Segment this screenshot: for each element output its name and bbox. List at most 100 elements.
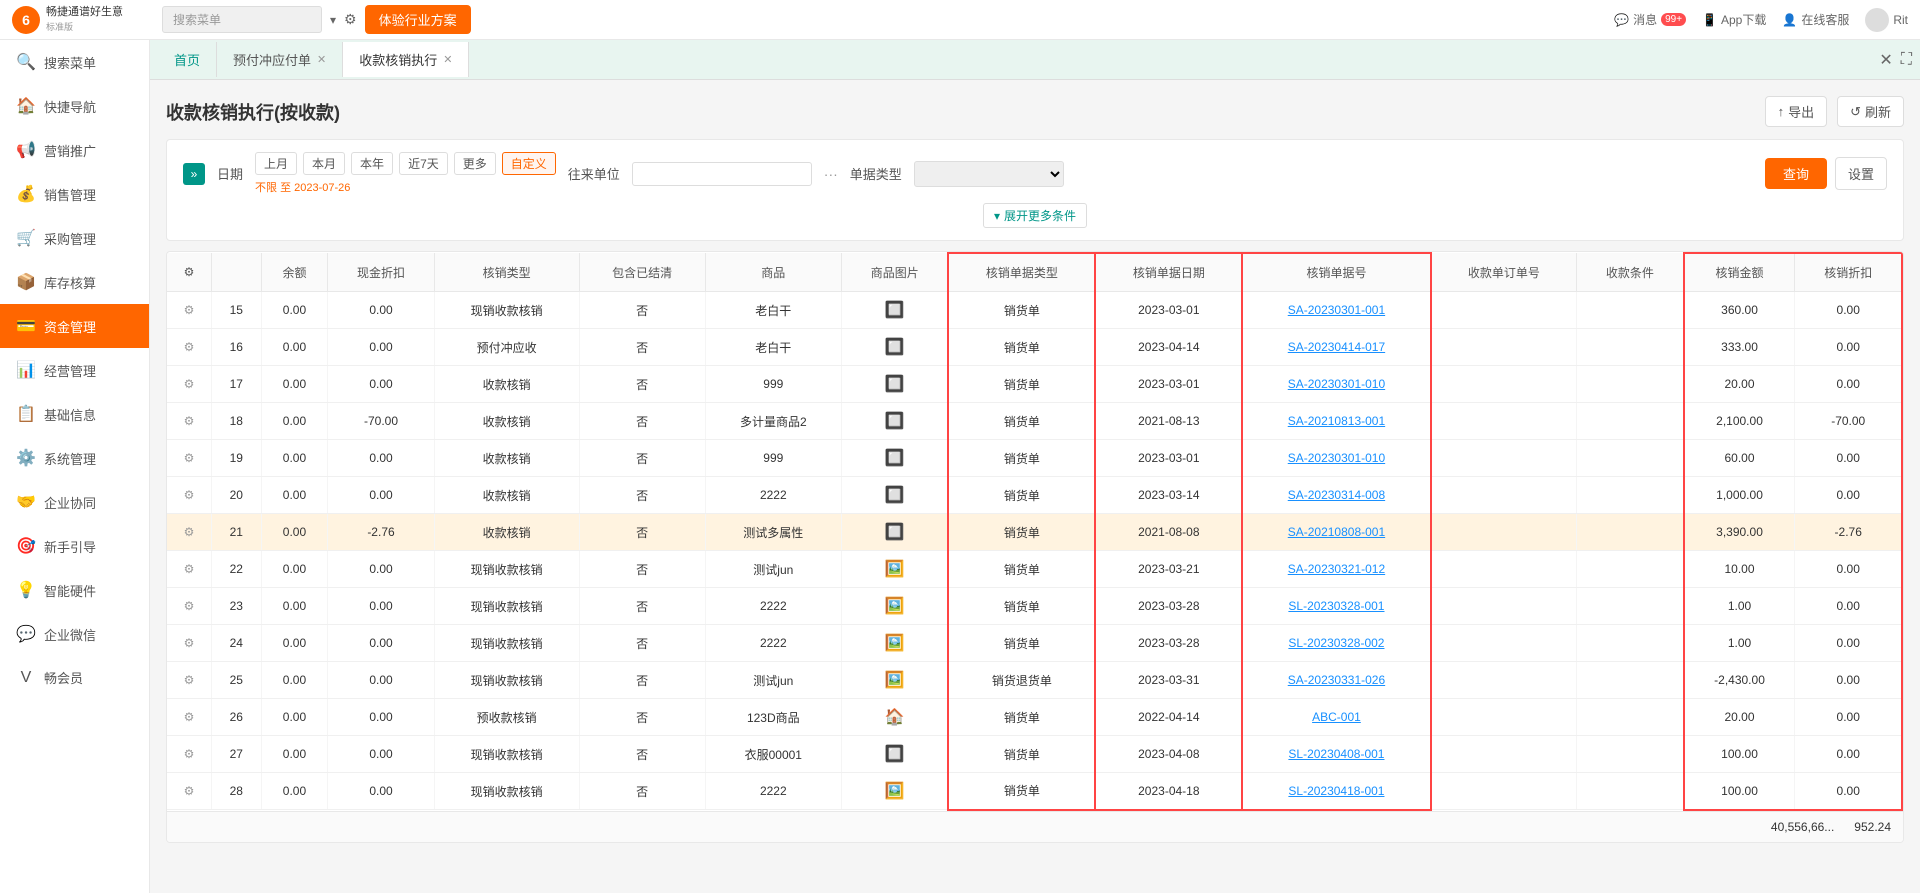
content-area: 首页 预付冲应付单 ✕ 收款核销执行 ✕ ✕ ⛶ 收款核销执行(按收款): [150, 40, 1920, 893]
refresh-button[interactable]: ↺ 刷新: [1837, 96, 1904, 127]
from-unit-input[interactable]: [632, 162, 812, 186]
export-button[interactable]: ↑ 导出: [1765, 96, 1828, 127]
cash-discount-cell: -70.00: [328, 403, 434, 440]
sidebar-label-guide: 新手引导: [44, 537, 96, 556]
product-cell: 老白干: [705, 292, 842, 329]
user-profile[interactable]: Rit: [1865, 8, 1908, 32]
verify-discount-cell: 0.00: [1795, 366, 1902, 403]
industry-solution-button[interactable]: 体验行业方案: [365, 5, 471, 34]
table-row: ⚙ 25 0.00 0.00 现销收款核销 否 测试jun 🖼️ 销货退货单 2…: [167, 662, 1902, 699]
verify-type-cell: 现销收款核销: [434, 292, 579, 329]
verify-amount-cell: 3,390.00: [1684, 514, 1795, 551]
gear-cell[interactable]: ⚙: [167, 440, 211, 477]
gear-cell[interactable]: ⚙: [167, 477, 211, 514]
bill-no-cell[interactable]: SA-20230301-001: [1242, 292, 1430, 329]
sidebar-item-wechat[interactable]: 💬 企业微信: [0, 612, 149, 656]
sidebar-item-basic-info[interactable]: 📋 基础信息: [0, 392, 149, 436]
verify-amount-cell: 20.00: [1684, 366, 1795, 403]
bill-type-cell: 销货单: [948, 440, 1095, 477]
app-download-button[interactable]: 📱 App下载: [1702, 11, 1766, 28]
product-image-cell: 🔲: [842, 477, 949, 514]
gear-cell[interactable]: ⚙: [167, 366, 211, 403]
table-row: ⚙ 17 0.00 0.00 收款核销 否 999 🔲 销货单 2023-03-…: [167, 366, 1902, 403]
sidebar-item-purchase[interactable]: 🛒 采购管理: [0, 216, 149, 260]
messages-button[interactable]: 💬 消息 99+: [1614, 11, 1686, 28]
product-image-cell: 🖼️: [842, 773, 949, 810]
sidebar-item-search[interactable]: 🔍 搜索菜单: [0, 40, 149, 84]
receipt-order-cell: [1431, 551, 1577, 588]
gear-cell[interactable]: ⚙: [167, 329, 211, 366]
bill-no-cell[interactable]: SL-20230408-001: [1242, 736, 1430, 773]
bill-type-cell: 销货单: [948, 514, 1095, 551]
gear-cell[interactable]: ⚙: [167, 514, 211, 551]
date-btn-more[interactable]: 更多: [454, 152, 496, 175]
tab-close-prepay[interactable]: ✕: [317, 53, 326, 66]
gear-cell[interactable]: ⚙: [167, 403, 211, 440]
bill-no-cell[interactable]: SA-20230414-017: [1242, 329, 1430, 366]
chevron-down-icon: ▾: [994, 209, 1000, 223]
verify-type-cell: 现销收款核销: [434, 662, 579, 699]
sidebar-item-collab[interactable]: 🤝 企业协同: [0, 480, 149, 524]
col-header-verify-amount: 核销金额: [1684, 253, 1795, 292]
gear-icon: ⚙: [184, 265, 195, 279]
sidebar-item-guide[interactable]: 🎯 新手引导: [0, 524, 149, 568]
gear-cell[interactable]: ⚙: [167, 699, 211, 736]
gear-cell[interactable]: ⚙: [167, 736, 211, 773]
dropdown-arrow-icon[interactable]: ▾: [330, 13, 336, 27]
product-image-cell: 🔲: [842, 292, 949, 329]
tab-verify[interactable]: 收款核销执行 ✕: [343, 42, 469, 77]
gear-cell[interactable]: ⚙: [167, 773, 211, 810]
sidebar-item-quicknav[interactable]: 🏠 快捷导航: [0, 84, 149, 128]
bill-no-cell[interactable]: SA-20230331-026: [1242, 662, 1430, 699]
tab-prepay[interactable]: 预付冲应付单 ✕: [217, 42, 343, 77]
date-btn-custom[interactable]: 自定义: [502, 152, 556, 175]
product-cell: 测试jun: [705, 551, 842, 588]
sidebar-item-finance[interactable]: 💳 资金管理: [0, 304, 149, 348]
expand-more-conditions-button[interactable]: ▾ 展开更多条件: [983, 203, 1087, 228]
single-type-select[interactable]: [914, 161, 1064, 187]
query-button[interactable]: 查询: [1765, 158, 1827, 189]
sidebar-item-system[interactable]: ⚙️ 系统管理: [0, 436, 149, 480]
date-btn-7days[interactable]: 近7天: [399, 152, 448, 175]
info-icon: 📋: [16, 404, 36, 424]
sidebar-item-operations[interactable]: 📊 经营管理: [0, 348, 149, 392]
tab-home[interactable]: 首页: [158, 42, 217, 77]
bill-no-cell[interactable]: ABC-001: [1242, 699, 1430, 736]
sidebar-item-hardware[interactable]: 💡 智能硬件: [0, 568, 149, 612]
receipt-order-cell: [1431, 366, 1577, 403]
bill-no-cell[interactable]: SA-20210813-001: [1242, 403, 1430, 440]
included-cleared-cell: 否: [579, 699, 705, 736]
sidebar-item-sales[interactable]: 💰 销售管理: [0, 172, 149, 216]
col-header-bill-type: 核销单据类型: [948, 253, 1095, 292]
gear-cell[interactable]: ⚙: [167, 662, 211, 699]
tab-expand-icon[interactable]: ⛶: [1901, 51, 1912, 69]
gear-cell[interactable]: ⚙: [167, 625, 211, 662]
settings-gear-icon[interactable]: ⚙: [344, 11, 357, 28]
bill-no-cell[interactable]: SA-20230301-010: [1242, 366, 1430, 403]
sidebar-item-member[interactable]: V 畅会员: [0, 656, 149, 699]
col-header-gear[interactable]: ⚙: [167, 253, 211, 292]
verify-discount-cell: 0.00: [1795, 588, 1902, 625]
bill-no-cell[interactable]: SA-20230314-008: [1242, 477, 1430, 514]
tab-close-verify[interactable]: ✕: [443, 53, 452, 66]
gear-cell[interactable]: ⚙: [167, 292, 211, 329]
app-download-icon: 📱: [1702, 13, 1717, 27]
date-btn-this-year[interactable]: 本年: [351, 152, 393, 175]
tab-close-window-icon[interactable]: ✕: [1879, 50, 1892, 70]
bill-no-cell[interactable]: SL-20230328-002: [1242, 625, 1430, 662]
online-service-button[interactable]: 👤 在线客服: [1782, 11, 1849, 28]
gear-cell[interactable]: ⚙: [167, 551, 211, 588]
bill-date-cell: 2021-08-08: [1095, 514, 1242, 551]
date-btn-last-month[interactable]: 上月: [255, 152, 297, 175]
bill-no-cell[interactable]: SA-20230321-012: [1242, 551, 1430, 588]
sidebar-item-marketing[interactable]: 📢 营销推广: [0, 128, 149, 172]
date-btn-this-month[interactable]: 本月: [303, 152, 345, 175]
bill-no-cell[interactable]: SL-20230418-001: [1242, 773, 1430, 810]
bill-no-cell[interactable]: SA-20210808-001: [1242, 514, 1430, 551]
setting-button[interactable]: 设置: [1835, 157, 1887, 190]
bill-no-cell[interactable]: SL-20230328-001: [1242, 588, 1430, 625]
sidebar-item-inventory[interactable]: 📦 库存核算: [0, 260, 149, 304]
filter-expand-arrow[interactable]: »: [183, 163, 205, 185]
gear-cell[interactable]: ⚙: [167, 588, 211, 625]
bill-no-cell[interactable]: SA-20230301-010: [1242, 440, 1430, 477]
